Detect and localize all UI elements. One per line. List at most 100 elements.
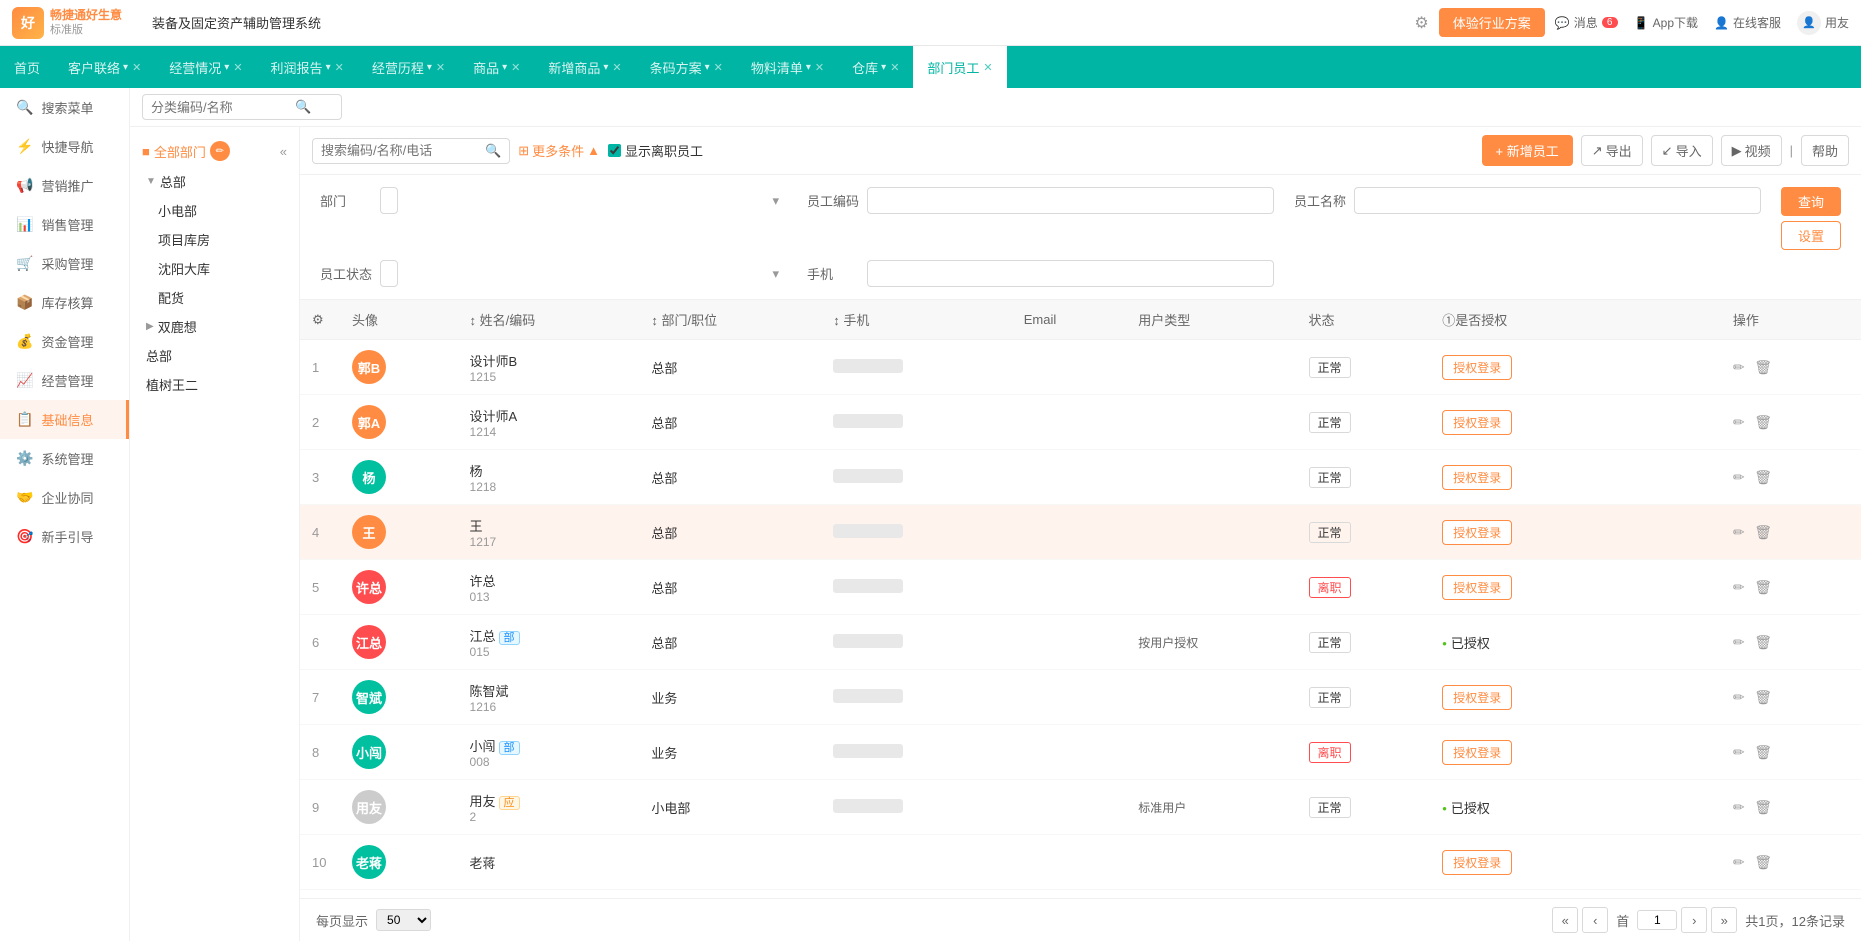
- set-button[interactable]: 设置: [1781, 221, 1841, 250]
- purchase-icon: 🛒: [16, 255, 33, 272]
- sidebar-item-finance[interactable]: 💰 资金管理: [0, 322, 129, 361]
- dept-collapse-button[interactable]: «: [280, 144, 287, 159]
- edit-button[interactable]: ✏: [1733, 854, 1745, 870]
- tab-customer[interactable]: 客户联络 ▾ ✕: [54, 46, 155, 88]
- delete-button[interactable]: 🗑: [1754, 524, 1772, 540]
- prev-page-button[interactable]: ‹: [1582, 907, 1608, 933]
- auth-button[interactable]: 授权登录: [1442, 740, 1512, 765]
- tab-material[interactable]: 物料清单 ▾ ✕: [737, 46, 838, 88]
- tab-barcode[interactable]: 条码方案 ▾ ✕: [636, 46, 737, 88]
- edit-button[interactable]: ✏: [1733, 469, 1745, 485]
- delete-button[interactable]: 🗑: [1754, 689, 1772, 705]
- dept-item-project-warehouse[interactable]: 项目库房: [138, 225, 291, 254]
- tab-add-goods[interactable]: 新增商品 ▾ ✕: [534, 46, 635, 88]
- th-settings: ⚙: [300, 300, 340, 340]
- first-page-button[interactable]: «: [1552, 907, 1578, 933]
- page-size-select[interactable]: 50 100: [376, 909, 431, 931]
- dept-item-shuangluxiang[interactable]: ▶ 双鹿想: [138, 312, 291, 341]
- dept-edit-icon[interactable]: ✏: [210, 141, 230, 161]
- dept-item-distribution[interactable]: 配货: [138, 283, 291, 312]
- trial-button[interactable]: 体验行业方案: [1439, 8, 1545, 37]
- query-button[interactable]: 查询: [1781, 187, 1841, 216]
- last-page-button[interactable]: »: [1711, 907, 1737, 933]
- delete-button[interactable]: 🗑: [1754, 579, 1772, 595]
- td-num: 8: [300, 725, 340, 780]
- tab-dept-staff[interactable]: 部门员工 ✕: [913, 46, 1006, 88]
- delete-button[interactable]: 🗑: [1754, 744, 1772, 760]
- user-menu[interactable]: 👤 用友: [1797, 11, 1849, 35]
- avatar: 智斌: [352, 680, 386, 714]
- delete-button[interactable]: 🗑: [1754, 359, 1772, 375]
- show-resigned-checkbox[interactable]: [608, 144, 621, 157]
- delete-button[interactable]: 🗑: [1754, 469, 1772, 485]
- sidebar-item-sales[interactable]: 📊 销售管理: [0, 205, 129, 244]
- export-button[interactable]: ↗ 导出: [1581, 135, 1643, 166]
- sidebar-item-basic[interactable]: 📋 基础信息: [0, 400, 129, 439]
- td-operations: ✏ 🗑: [1721, 450, 1861, 505]
- auth-button[interactable]: 授权登录: [1442, 685, 1512, 710]
- filter-status-select[interactable]: [380, 260, 398, 287]
- tab-process[interactable]: 经营历程 ▾ ✕: [358, 46, 459, 88]
- sidebar-item-marketing[interactable]: 📢 营销推广: [0, 166, 129, 205]
- import-button[interactable]: ↙ 导入: [1651, 135, 1713, 166]
- auth-button[interactable]: 授权登录: [1442, 410, 1512, 435]
- sidebar-item-guide[interactable]: 🎯 新手引导: [0, 517, 129, 556]
- sidebar-item-purchase[interactable]: 🛒 采购管理: [0, 244, 129, 283]
- dept-item-headquarter-parent[interactable]: ▼ 总部: [138, 167, 291, 196]
- sidebar-item-quicknav[interactable]: ⚡ 快捷导航: [0, 127, 129, 166]
- tab-operations[interactable]: 经营情况 ▾ ✕: [155, 46, 256, 88]
- delete-button[interactable]: 🗑: [1754, 414, 1772, 430]
- th-dept: ↕ 部门/职位: [639, 300, 821, 340]
- status-badge: 正常: [1309, 687, 1351, 708]
- delete-button[interactable]: 🗑: [1754, 799, 1772, 815]
- sidebar-item-inventory[interactable]: 📦 库存核算: [0, 283, 129, 322]
- dept-tree-header[interactable]: ■ 全部部门 ✏ «: [138, 135, 291, 167]
- dept-item-headquarter[interactable]: 总部: [138, 341, 291, 370]
- edit-button[interactable]: ✏: [1733, 744, 1745, 760]
- filter-empname-input[interactable]: [1354, 187, 1761, 214]
- message-button[interactable]: 💬 消息 6: [1555, 14, 1618, 31]
- customer-service-button[interactable]: 👤 在线客服: [1714, 14, 1781, 31]
- dept-item-small-elec[interactable]: 小电部: [138, 196, 291, 225]
- filter-dept-select[interactable]: [380, 187, 398, 214]
- tab-goods[interactable]: 商品 ▾ ✕: [459, 46, 534, 88]
- dept-item-shenyang[interactable]: 沈阳大库: [138, 254, 291, 283]
- tab-home[interactable]: 首页: [0, 46, 54, 88]
- help-button[interactable]: 帮助: [1801, 135, 1849, 166]
- edit-button[interactable]: ✏: [1733, 799, 1745, 815]
- edit-button[interactable]: ✏: [1733, 524, 1745, 540]
- filter-empcode-input[interactable]: [867, 187, 1274, 214]
- app-download-button[interactable]: 📱 App下载: [1634, 14, 1698, 31]
- edit-button[interactable]: ✏: [1733, 414, 1745, 430]
- category-search-input[interactable]: [151, 100, 291, 115]
- auth-button[interactable]: 授权登录: [1442, 850, 1512, 875]
- filter-empname-row: 员工名称: [1294, 187, 1761, 214]
- edit-button[interactable]: ✏: [1733, 689, 1745, 705]
- employee-search-input[interactable]: [321, 143, 481, 158]
- add-employee-button[interactable]: + 新增员工: [1482, 135, 1573, 166]
- sidebar-item-enterprise[interactable]: 🤝 企业协同: [0, 478, 129, 517]
- sidebar-item-search[interactable]: 🔍 搜索菜单: [0, 88, 129, 127]
- more-filter-button[interactable]: ⊞ 更多条件 ▲: [518, 141, 600, 160]
- page-number-input[interactable]: [1637, 910, 1677, 930]
- auth-button[interactable]: 授权登录: [1442, 465, 1512, 490]
- tab-warehouse[interactable]: 仓库 ▾ ✕: [838, 46, 913, 88]
- video-button[interactable]: ▶ 视频: [1721, 135, 1782, 166]
- auth-button[interactable]: 授权登录: [1442, 355, 1512, 380]
- next-page-button[interactable]: ›: [1681, 907, 1707, 933]
- delete-button[interactable]: 🗑: [1754, 634, 1772, 650]
- edit-button[interactable]: ✏: [1733, 579, 1745, 595]
- filter-phone-input[interactable]: [867, 260, 1274, 287]
- auth-button[interactable]: 授权登录: [1442, 520, 1512, 545]
- delete-button[interactable]: 🗑: [1754, 854, 1772, 870]
- settings-icon[interactable]: ⚙: [1414, 13, 1428, 33]
- dept-item-zhishu[interactable]: 植树王二: [138, 370, 291, 399]
- sidebar-item-operations[interactable]: 📈 经营管理: [0, 361, 129, 400]
- inventory-icon: 📦: [16, 294, 33, 311]
- auth-button[interactable]: 授权登录: [1442, 575, 1512, 600]
- edit-button[interactable]: ✏: [1733, 359, 1745, 375]
- edit-button[interactable]: ✏: [1733, 634, 1745, 650]
- td-num: 4: [300, 505, 340, 560]
- sidebar-item-system[interactable]: ⚙️ 系统管理: [0, 439, 129, 478]
- tab-profit[interactable]: 利润报告 ▾ ✕: [257, 46, 358, 88]
